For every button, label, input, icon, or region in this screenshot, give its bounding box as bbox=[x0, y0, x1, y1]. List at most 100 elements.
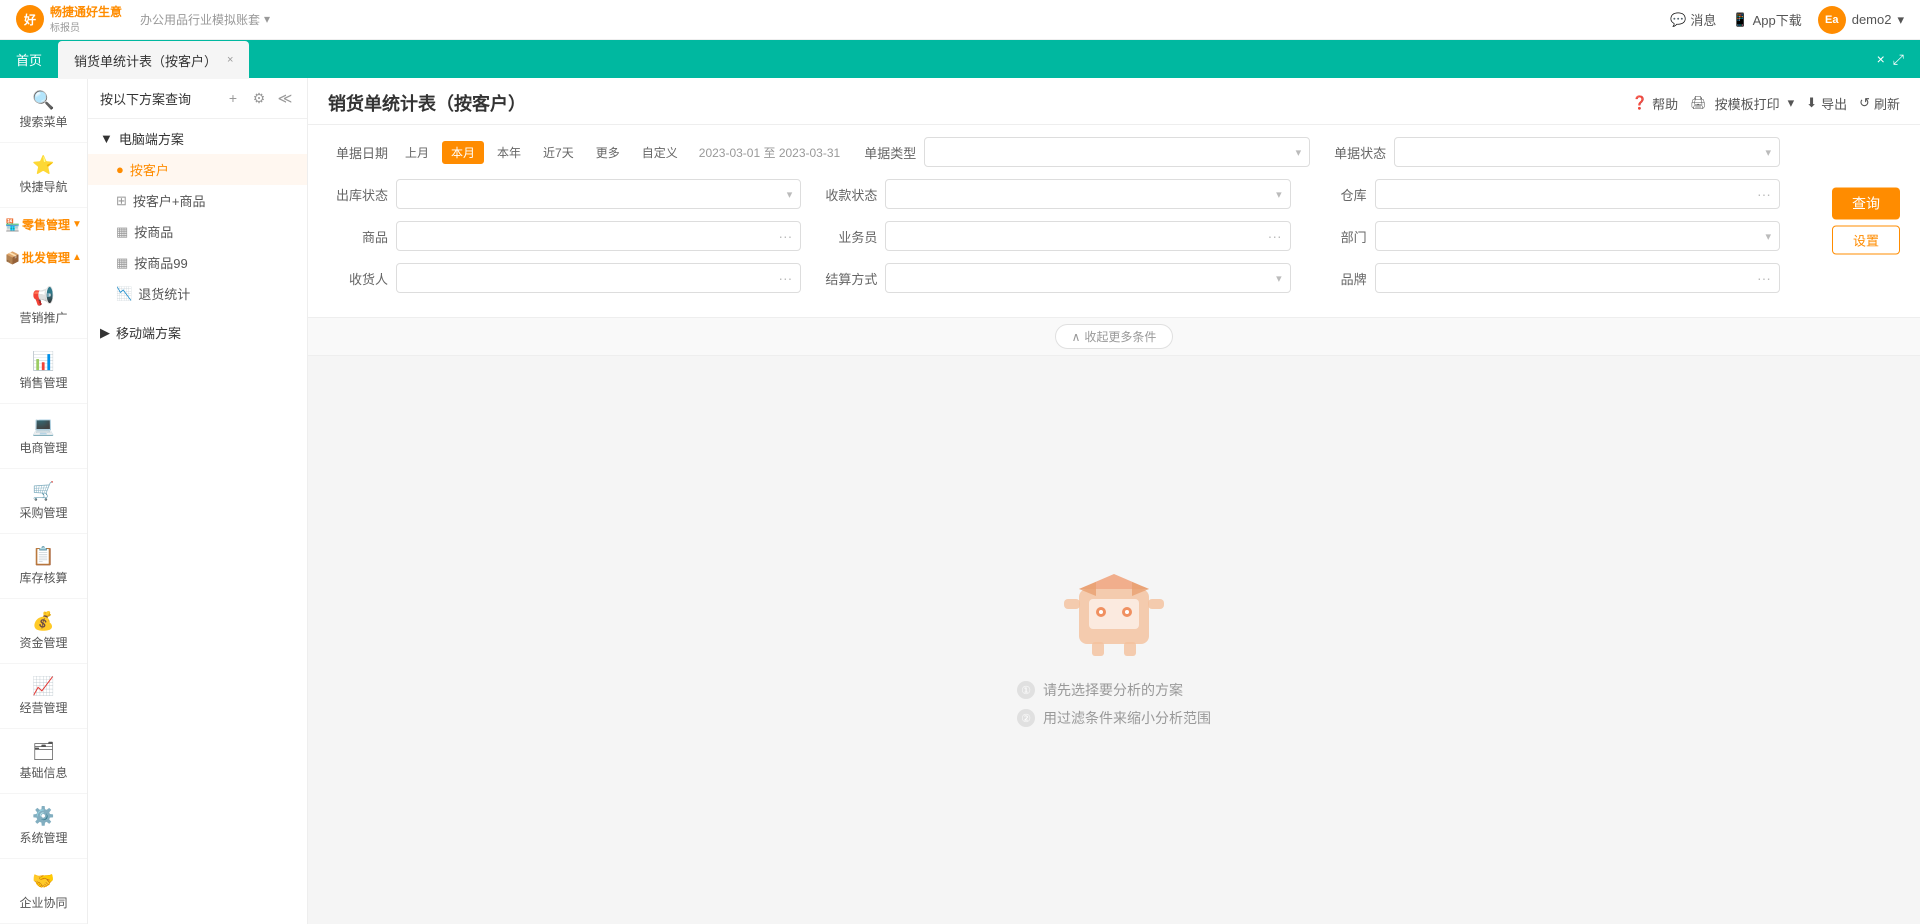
filter-settings-btn[interactable]: 设置 bbox=[1832, 226, 1900, 255]
sidebar: 🔍 搜索菜单 ⭐ 快捷导航 🏪 零售管理 ▼ 📦 批发管理 ▲ 📢 营销推广 📊… bbox=[0, 78, 88, 924]
bill-type-arrow: ▾ bbox=[1296, 146, 1302, 159]
collapse-bar[interactable]: ∧ 收起更多条件 bbox=[308, 318, 1920, 356]
payment-status-input[interactable]: ▾ bbox=[885, 179, 1290, 209]
message-btn[interactable]: 💬 消息 bbox=[1670, 10, 1716, 29]
wholesale-icon: 📦 bbox=[5, 251, 20, 265]
bill-type-input[interactable]: ▾ bbox=[924, 137, 1310, 167]
brand-input[interactable]: ··· bbox=[1375, 263, 1780, 293]
tip-num-1: ① bbox=[1017, 681, 1035, 699]
preset-7days[interactable]: 近7天 bbox=[534, 141, 583, 164]
scheme-item-by-customer-goods[interactable]: ⊞ 按客户+商品 bbox=[88, 185, 307, 216]
purchase-icon: 🛒 bbox=[4, 481, 83, 502]
scheme-group-mobile-label: 移动端方案 bbox=[116, 323, 181, 342]
preset-this-month[interactable]: 本月 bbox=[442, 141, 484, 164]
date-presets: 上月 本月 本年 近7天 更多 自定义 bbox=[396, 141, 687, 164]
salesperson-input[interactable]: ··· bbox=[885, 221, 1290, 251]
page-title: 销货单统计表（按客户） bbox=[328, 90, 526, 116]
scheme-panel-header: 按以下方案查询 + ⚙ ≪ bbox=[88, 78, 307, 119]
sidebar-item-finance[interactable]: 💰 资金管理 bbox=[0, 599, 87, 664]
tab-bar: 首页 销货单统计表（按客户） × × ⤢ bbox=[0, 40, 1920, 78]
scheme-item-label-goods: 按商品 bbox=[134, 222, 173, 241]
scheme-settings-btn[interactable]: ⚙ bbox=[249, 88, 269, 108]
scheme-header-actions: + ⚙ ≪ bbox=[223, 88, 295, 108]
scheme-item-by-goods[interactable]: ▦ 按商品 bbox=[88, 216, 307, 247]
sidebar-item-operations[interactable]: 📈 经营管理 bbox=[0, 664, 87, 729]
filter-area: 单据日期 上月 本月 本年 近7天 更多 自定义 2023-03-01 至 20… bbox=[308, 125, 1920, 318]
refresh-btn[interactable]: ↺ 刷新 bbox=[1859, 94, 1900, 113]
export-btn[interactable]: ⬇ 导出 bbox=[1806, 94, 1847, 113]
receiver-input[interactable]: ··· bbox=[396, 263, 801, 293]
sidebar-item-inventory[interactable]: 📋 库存核算 bbox=[0, 534, 87, 599]
sidebar-item-retail[interactable]: 🏪 零售管理 ▼ bbox=[0, 208, 87, 241]
window-maximize-icon[interactable]: ⤢ bbox=[1893, 51, 1904, 68]
scheme-item-by-goods99[interactable]: ▦ 按商品99 bbox=[88, 247, 307, 278]
settlement-input[interactable]: ▾ bbox=[885, 263, 1290, 293]
sidebar-item-sales[interactable]: 📊 销售管理 bbox=[0, 339, 87, 404]
sidebar-item-purchase[interactable]: 🛒 采购管理 bbox=[0, 469, 87, 534]
help-btn[interactable]: ❓ 帮助 bbox=[1632, 94, 1678, 113]
refresh-label: 刷新 bbox=[1874, 94, 1900, 113]
tab-home[interactable]: 首页 bbox=[0, 40, 58, 78]
window-close-icon[interactable]: × bbox=[1877, 51, 1885, 67]
scheme-item-by-customer[interactable]: ● 按客户 bbox=[88, 154, 307, 185]
goods-input[interactable]: ··· bbox=[396, 221, 801, 251]
tab-close-btn[interactable]: × bbox=[227, 54, 233, 66]
page-header: 销货单统计表（按客户） ❓ 帮助 🖨 按模板打印 ▾ ⬇ 导出 bbox=[308, 78, 1920, 125]
filter-warehouse-label: 仓库 bbox=[1307, 185, 1367, 204]
stock-status-arrow: ▾ bbox=[787, 188, 793, 201]
department-input[interactable]: ▾ bbox=[1375, 221, 1780, 251]
filter-department-field: 部门 ▾ bbox=[1307, 221, 1780, 251]
warehouse-input[interactable]: ··· bbox=[1375, 179, 1780, 209]
query-btn[interactable]: 查询 bbox=[1832, 188, 1900, 220]
scheme-item-return-stats[interactable]: 📉 退货统计 bbox=[88, 278, 307, 309]
filter-payment-status-label: 收款状态 bbox=[817, 185, 877, 204]
filter-stock-status-field: 出库状态 ▾ bbox=[328, 179, 801, 209]
collapse-btn[interactable]: ∧ 收起更多条件 bbox=[1055, 324, 1174, 349]
bill-status-input[interactable]: ▾ bbox=[1394, 137, 1780, 167]
enterprise-label: 企业协同 bbox=[4, 894, 83, 911]
scheme-group-desktop-title[interactable]: ▼ 电脑端方案 bbox=[88, 123, 307, 154]
purchase-label: 采购管理 bbox=[4, 504, 83, 521]
content-area: 按以下方案查询 + ⚙ ≪ ▼ 电脑端方案 ● 按客户 ⊞ bbox=[88, 78, 1920, 924]
export-icon: ⬇ bbox=[1806, 95, 1817, 111]
filter-row-3: 商品 ··· 业务员 ··· 部门 bbox=[328, 221, 1900, 251]
ecommerce-label: 电商管理 bbox=[4, 439, 83, 456]
scheme-add-btn[interactable]: + bbox=[223, 88, 243, 108]
scheme-item-label-customer: 按客户 bbox=[130, 160, 169, 179]
sidebar-item-ecommerce[interactable]: 💻 电商管理 bbox=[0, 404, 87, 469]
print-icon: 🖨 bbox=[1690, 95, 1707, 111]
app-download-btn[interactable]: 📱 App下载 bbox=[1732, 10, 1801, 29]
sidebar-item-system[interactable]: ⚙️ 系统管理 bbox=[0, 794, 87, 859]
user-menu[interactable]: Ea demo2 ▾ bbox=[1818, 6, 1904, 34]
scheme-group-mobile-title[interactable]: ▶ 移动端方案 bbox=[88, 317, 307, 348]
query-btn-area: 查询 设置 bbox=[1832, 188, 1900, 255]
tab-active[interactable]: 销货单统计表（按客户） × bbox=[58, 41, 249, 79]
user-name: demo2 bbox=[1852, 12, 1892, 27]
scheme-collapse-btn[interactable]: ≪ bbox=[275, 88, 295, 108]
sidebar-item-basic[interactable]: 🗂 基础信息 bbox=[0, 729, 87, 794]
industry-selector[interactable]: 办公用品行业模拟账套 ▾ bbox=[140, 11, 270, 28]
main-content: 销货单统计表（按客户） ❓ 帮助 🖨 按模板打印 ▾ ⬇ 导出 bbox=[308, 78, 1920, 924]
preset-custom[interactable]: 自定义 bbox=[633, 141, 687, 164]
export-label: 导出 bbox=[1821, 94, 1847, 113]
sidebar-item-quick-nav[interactable]: ⭐ 快捷导航 bbox=[0, 143, 87, 208]
filter-salesperson-field: 业务员 ··· bbox=[817, 221, 1290, 251]
operations-icon: 📈 bbox=[4, 676, 83, 697]
tab-home-label: 首页 bbox=[16, 50, 42, 69]
logo-text: 畅捷通好生意 bbox=[50, 5, 122, 19]
preset-this-year[interactable]: 本年 bbox=[488, 141, 530, 164]
preset-last-month[interactable]: 上月 bbox=[396, 141, 438, 164]
collapse-label: 收起更多条件 bbox=[1084, 328, 1156, 345]
filter-department-label: 部门 bbox=[1307, 227, 1367, 246]
preset-more[interactable]: 更多 bbox=[587, 141, 629, 164]
print-btn[interactable]: 🖨 按模板打印 ▾ bbox=[1690, 94, 1794, 113]
sidebar-item-search[interactable]: 🔍 搜索菜单 bbox=[0, 78, 87, 143]
stock-status-input[interactable]: ▾ bbox=[396, 179, 801, 209]
filter-bill-status-label: 单据状态 bbox=[1326, 143, 1386, 162]
operations-label: 经营管理 bbox=[4, 699, 83, 716]
filter-row-2: 出库状态 ▾ 收款状态 ▾ 仓库 bbox=[328, 179, 1900, 209]
sidebar-item-marketing[interactable]: 📢 营销推广 bbox=[0, 274, 87, 339]
sidebar-item-enterprise[interactable]: 🤝 企业协同 bbox=[0, 859, 87, 924]
filter-receiver-field: 收货人 ··· bbox=[328, 263, 801, 293]
sidebar-item-wholesale[interactable]: 📦 批发管理 ▲ bbox=[0, 241, 87, 274]
